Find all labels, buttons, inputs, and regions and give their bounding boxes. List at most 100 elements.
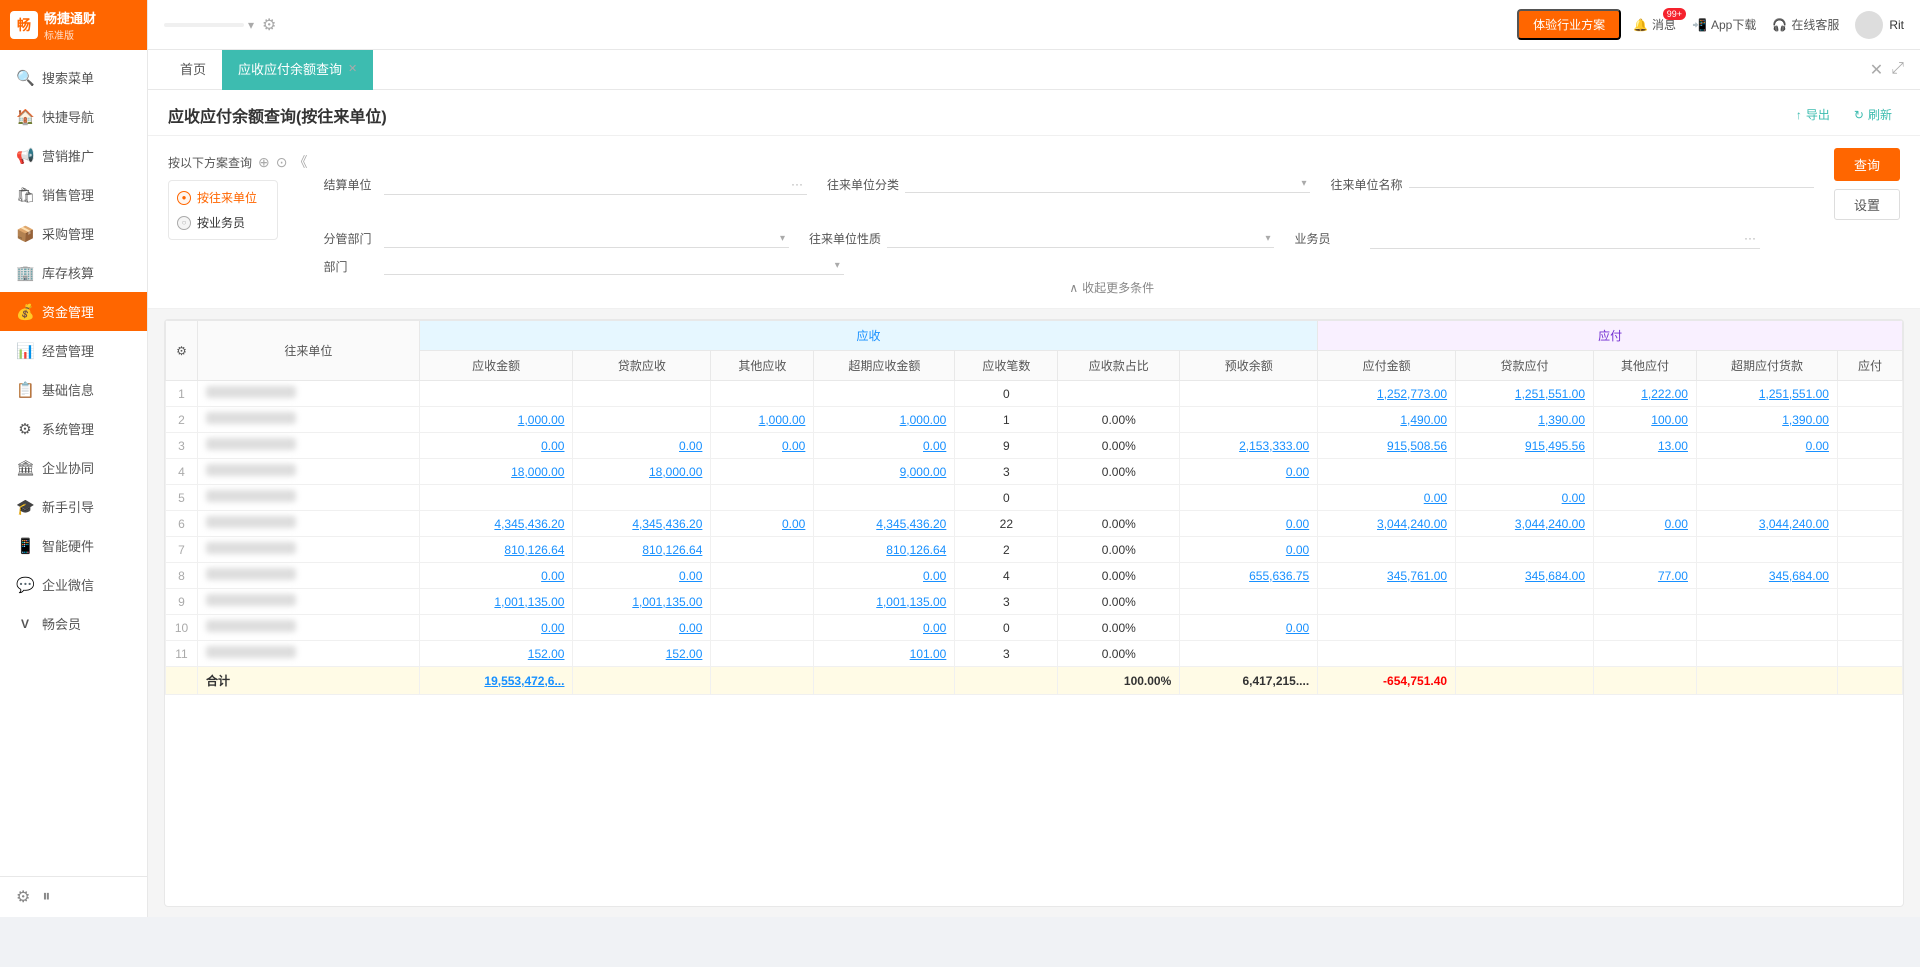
close-tab-btn[interactable]: ✕: [1870, 60, 1883, 80]
notifications-btn[interactable]: 🔔 消息 99+: [1633, 16, 1676, 33]
sidebar-item-purchase[interactable]: 📦 采购管理: [0, 214, 147, 253]
system-icon: ⚙: [16, 420, 34, 438]
filter-collapse-icon[interactable]: 《: [293, 152, 307, 172]
table-scroll[interactable]: ⚙ 往来单位 应收 应付 应收金额 贷款应收 其他应收 超期应收金额 应收笔数 …: [165, 320, 1903, 906]
settlement-input[interactable]: ···: [384, 174, 807, 195]
row-payable-extra: [1837, 459, 1902, 485]
sidebar-label-corp: 企业协同: [42, 458, 94, 477]
table-group-header: ⚙ 往来单位 应收 应付: [166, 321, 1903, 351]
tab-query[interactable]: 应收应付余额查询 ✕: [222, 50, 373, 90]
scheme-item-by-staff[interactable]: ○ 按业务员: [169, 210, 277, 235]
dropdown-icon[interactable]: ▾: [248, 18, 254, 32]
tab-close-icon[interactable]: ✕: [348, 62, 357, 75]
filter-collapse-btn[interactable]: ∧ 收起更多条件: [323, 279, 1900, 296]
salesperson-dots[interactable]: ···: [1744, 231, 1756, 245]
table-row: 80.000.000.0040.00%655,636.75345,761.003…: [166, 563, 1903, 589]
dept-select[interactable]: ▾: [384, 257, 843, 275]
sidebar-item-operation[interactable]: 📊 经营管理: [0, 331, 147, 370]
scheme-item-by-unit[interactable]: ● 按往来单位: [169, 185, 277, 210]
set-button[interactable]: 设置: [1834, 189, 1900, 220]
row-overdue-receivable: [814, 381, 955, 407]
sidebar-label-search: 搜索菜单: [42, 68, 94, 87]
filter-label: 按以下方案查询: [168, 154, 252, 171]
sidebar-item-wechat[interactable]: 💬 企业微信: [0, 565, 147, 604]
pause-footer-icon[interactable]: ⏸: [42, 888, 50, 906]
row-num: 3: [166, 433, 198, 459]
settlement-dots[interactable]: ···: [791, 177, 803, 191]
app-download-btn[interactable]: 📲 App下载: [1692, 16, 1756, 33]
summary-payable-amt: -654,751.40: [1318, 667, 1456, 695]
row-loan-payable: 1,390.00: [1456, 407, 1594, 433]
search-icon: 🔍: [16, 69, 34, 87]
partner-name-input[interactable]: [1409, 181, 1814, 188]
row-receivable-ratio: 0.00%: [1058, 511, 1180, 537]
row-overdue-receivable: 1,001,135.00: [814, 589, 955, 615]
row-payable-extra: [1837, 563, 1902, 589]
row-receivable-amt: [419, 381, 573, 407]
dept-manage-select[interactable]: ▾: [384, 230, 789, 248]
refresh-label: 刷新: [1868, 106, 1892, 123]
filter-settlement: 结算单位 ···: [323, 174, 807, 195]
filter-partner-category-label: 往来单位分类: [827, 176, 899, 193]
partner-category-select[interactable]: ▾: [905, 175, 1310, 193]
row-other-receivable: [711, 589, 814, 615]
promo-button[interactable]: 体验行业方案: [1517, 9, 1621, 40]
th-receivable-group: 应收: [419, 321, 1317, 351]
sidebar-label-wechat: 企业微信: [42, 575, 94, 594]
corp-icon: 🏛: [16, 459, 34, 477]
row-other-receivable: [711, 381, 814, 407]
salesperson-input[interactable]: ···: [1370, 228, 1760, 249]
row-prepaid-balance: 2,153,333.00: [1180, 433, 1318, 459]
sidebar-item-finance[interactable]: 💰 资金管理: [0, 292, 147, 331]
sidebar-item-corp[interactable]: 🏛 企业协同: [0, 448, 147, 487]
export-button[interactable]: ↑ 导出: [1788, 102, 1838, 127]
sidebar-item-hardware[interactable]: 📱 智能硬件: [0, 526, 147, 565]
table-row: 11152.00152.00101.0030.00%: [166, 641, 1903, 667]
row-payable-extra: [1837, 537, 1902, 563]
summary-prepaid-balance: 6,417,215....: [1180, 667, 1318, 695]
filter-settlement-label: 结算单位: [323, 176, 378, 193]
filter-add-icon[interactable]: ⊕: [258, 154, 270, 171]
partner-nature-select[interactable]: ▾: [887, 230, 1274, 248]
customer-service-btn[interactable]: 🎧 在线客服: [1772, 16, 1839, 33]
query-button[interactable]: 查询: [1834, 148, 1900, 181]
row-payable-extra: [1837, 433, 1902, 459]
filter-edit-icon[interactable]: ⊙: [276, 154, 288, 171]
summary-receivable-amt-link[interactable]: 19,553,472,6...: [484, 674, 564, 688]
filter-dept-manage: 分管部门 ▾: [323, 230, 789, 248]
sidebar-item-inventory[interactable]: 🏢 库存核算: [0, 253, 147, 292]
sidebar-item-system[interactable]: ⚙ 系统管理: [0, 409, 147, 448]
row-overdue-payable: 345,684.00: [1696, 563, 1837, 589]
row-other-payable: 77.00: [1594, 563, 1697, 589]
row-num: 6: [166, 511, 198, 537]
filter-partner-nature-label: 往来单位性质: [809, 230, 881, 247]
expand-tab-btn[interactable]: ⤢: [1891, 60, 1904, 80]
export-label: 导出: [1806, 106, 1830, 123]
row-loan-payable: [1456, 589, 1594, 615]
sidebar-item-search[interactable]: 🔍 搜索菜单: [0, 58, 147, 97]
th-receivable-amt: 应收金额: [419, 351, 573, 381]
sidebar-item-quicknav[interactable]: 🏠 快捷导航: [0, 97, 147, 136]
row-other-payable: [1594, 485, 1697, 511]
settings-footer-icon[interactable]: ⚙: [16, 887, 30, 907]
sidebar-item-guide[interactable]: 🎓 新手引导: [0, 487, 147, 526]
row-loan-receivable: 1,001,135.00: [573, 589, 711, 615]
sidebar-label-purchase: 采购管理: [42, 224, 94, 243]
sidebar-item-member[interactable]: V 畅会员: [0, 604, 147, 643]
refresh-icon: ↻: [1854, 108, 1864, 122]
tab-home[interactable]: 首页: [164, 50, 222, 90]
filter-salesperson-label: 业务员: [1294, 230, 1364, 247]
row-partner: [198, 615, 420, 641]
sidebar-item-sales[interactable]: 🛍 销售管理: [0, 175, 147, 214]
sidebar-item-basic[interactable]: 📋 基础信息: [0, 370, 147, 409]
row-receivable-amt: [419, 485, 573, 511]
th-settings[interactable]: ⚙: [166, 321, 198, 381]
row-receivable-amt: 810,126.64: [419, 537, 573, 563]
refresh-button[interactable]: ↻ 刷新: [1846, 102, 1900, 127]
page-header: 应收应付余额查询(按往来单位) ↑ 导出 ↻ 刷新: [148, 90, 1920, 136]
row-receivable-ratio: 0.00%: [1058, 537, 1180, 563]
user-menu[interactable]: Rit: [1855, 11, 1904, 39]
sidebar-item-marketing[interactable]: 📢 营销推广: [0, 136, 147, 175]
row-other-receivable: [711, 485, 814, 511]
header-settings-icon[interactable]: ⚙: [262, 15, 276, 35]
